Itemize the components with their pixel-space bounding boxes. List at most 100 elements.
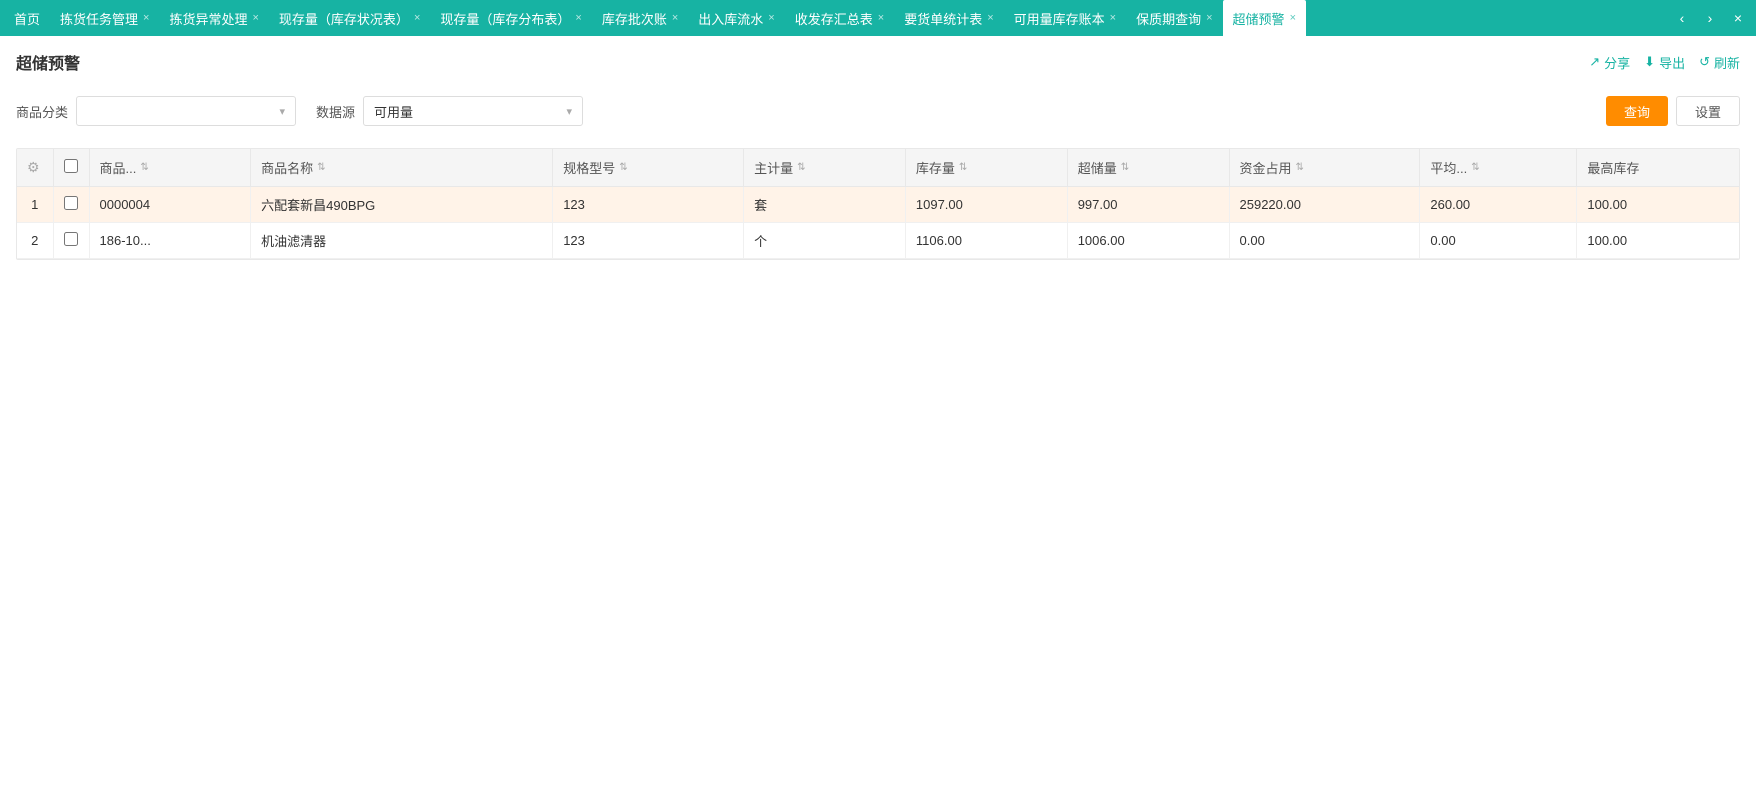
nav-item-overstock[interactable]: 超储预警 × xyxy=(1223,0,1306,36)
nav-close-quality[interactable]: × xyxy=(1206,12,1212,24)
nav-item-inout-flow[interactable]: 出入库流水 × xyxy=(688,0,784,36)
cell-spec: 123 xyxy=(553,223,744,259)
row-checkbox-0[interactable] xyxy=(64,196,78,210)
nav-item-inventory-status[interactable]: 现存量（库存状况表） × xyxy=(269,0,430,36)
nav-item-order-stat[interactable]: 要货单统计表 × xyxy=(894,0,1003,36)
cell-product-code: 0000004 xyxy=(89,187,251,223)
nav-close-batch[interactable]: × xyxy=(672,12,678,24)
nav-item-label-overstock: 超储预警 xyxy=(1233,9,1285,28)
th-spec[interactable]: 规格型号 ⇅ xyxy=(553,149,744,187)
th-spec-label: 规格型号 xyxy=(563,158,615,177)
nav-prev-arrow[interactable]: ‹ xyxy=(1668,0,1696,36)
nav-item-label-inout-flow: 出入库流水 xyxy=(698,9,763,28)
nav-item-usable-account[interactable]: 可用量库存账本× xyxy=(1004,0,1126,36)
nav-item-label-task-mgmt: 拣货任务管理 xyxy=(60,9,138,28)
th-product-code[interactable]: 商品... ⇅ xyxy=(89,149,251,187)
datasource-dropdown-icon: ▾ xyxy=(567,105,573,118)
nav-close-order-stat[interactable]: × xyxy=(987,12,993,24)
sort-spec-icon: ⇅ xyxy=(619,162,627,173)
export-label: 导出 xyxy=(1659,53,1685,72)
nav-item-inventory-dist[interactable]: 现存量（库存分布表） × xyxy=(430,0,591,36)
cell-avg: 260.00 xyxy=(1420,187,1577,223)
th-product-name-label: 商品名称 xyxy=(261,158,313,177)
nav-item-label-order-stat: 要货单统计表 xyxy=(904,9,982,28)
nav-close-task-mgmt[interactable]: × xyxy=(143,12,149,24)
th-checkbox xyxy=(53,149,89,187)
page-header: 超储预警 ↗ 分享 ⬇ 导出 ↺ 刷新 xyxy=(16,50,1740,74)
category-dropdown-icon: ▾ xyxy=(279,105,285,118)
th-unit[interactable]: 主计量 ⇅ xyxy=(744,149,906,187)
table-row: 10000004六配套新昌490BPG123套1097.00997.002592… xyxy=(17,187,1739,223)
nav-item-label-batch: 库存批次账 xyxy=(602,9,667,28)
th-capital[interactable]: 资金占用 ⇅ xyxy=(1229,149,1420,187)
settings-button[interactable]: 设置 xyxy=(1676,96,1740,126)
data-table: ⚙ 商品... ⇅ 商品名称 ⇅ xyxy=(17,149,1739,259)
nav-more-arrow[interactable]: × xyxy=(1724,0,1752,36)
table-body: 10000004六配套新昌490BPG123套1097.00997.002592… xyxy=(17,187,1739,259)
category-filter-group: 商品分类 ▾ xyxy=(16,96,296,126)
share-icon: ↗ xyxy=(1589,54,1600,70)
share-action[interactable]: ↗ 分享 xyxy=(1589,53,1630,72)
th-max-inventory-label: 最高库存 xyxy=(1587,158,1639,177)
nav-item-label-inventory-dist: 现存量（库存分布表） xyxy=(440,9,570,28)
nav-item-label-inventory-status: 现存量（库存状况表） xyxy=(279,9,409,28)
nav-item-label-collect: 收发存汇总表 xyxy=(795,9,873,28)
nav-item-label-home: 首页 xyxy=(14,9,40,28)
nav-close-collect[interactable]: × xyxy=(878,12,884,24)
filter-bar: 商品分类 ▾ 数据源 可用量 ▾ 查询 设置 xyxy=(16,88,1740,134)
row-index: 2 xyxy=(17,223,53,259)
row-checkbox[interactable] xyxy=(53,187,89,223)
cell-product-code: 186-10... xyxy=(89,223,251,259)
select-all-checkbox[interactable] xyxy=(64,159,78,173)
nav-item-batch[interactable]: 库存批次账 × xyxy=(592,0,688,36)
page-content: 超储预警 ↗ 分享 ⬇ 导出 ↺ 刷新 商品分类 ▾ 数据源 xyxy=(0,36,1756,274)
cell-unit: 个 xyxy=(744,223,906,259)
sort-overstock-icon: ⇅ xyxy=(1121,162,1129,173)
cell-spec: 123 xyxy=(553,187,744,223)
nav-close-overstock[interactable]: × xyxy=(1290,12,1296,24)
nav-item-exception[interactable]: 拣货异常处理 × xyxy=(159,0,268,36)
cell-max-inventory: 100.00 xyxy=(1577,223,1739,259)
sort-inventory-icon: ⇅ xyxy=(959,162,967,173)
table-gear-icon[interactable]: ⚙ xyxy=(27,159,40,175)
row-checkbox-1[interactable] xyxy=(64,232,78,246)
nav-close-inout-flow[interactable]: × xyxy=(768,12,774,24)
row-index: 1 xyxy=(17,187,53,223)
nav-item-label-quality: 保质期查询 xyxy=(1136,9,1201,28)
nav-item-home[interactable]: 首页 xyxy=(4,0,50,36)
cell-inventory: 1106.00 xyxy=(905,223,1067,259)
cell-product-name: 六配套新昌490BPG xyxy=(251,187,553,223)
row-checkbox[interactable] xyxy=(53,223,89,259)
th-overstock-label: 超储量 xyxy=(1078,158,1117,177)
datasource-select[interactable]: 可用量 ▾ xyxy=(363,96,583,126)
nav-item-quality[interactable]: 保质期查询 × xyxy=(1126,0,1222,36)
nav-item-task-mgmt[interactable]: 拣货任务管理 × xyxy=(50,0,159,36)
filter-actions: 查询 设置 xyxy=(1606,96,1740,126)
query-button[interactable]: 查询 xyxy=(1606,96,1668,126)
cell-capital: 0.00 xyxy=(1229,223,1420,259)
th-unit-label: 主计量 xyxy=(754,158,793,177)
export-action[interactable]: ⬇ 导出 xyxy=(1644,53,1685,72)
cell-avg: 0.00 xyxy=(1420,223,1577,259)
nav-close-inventory-dist[interactable]: × xyxy=(575,12,581,24)
nav-close-exception[interactable]: × xyxy=(252,12,258,24)
cell-overstock: 997.00 xyxy=(1067,187,1229,223)
cell-inventory: 1097.00 xyxy=(905,187,1067,223)
nav-item-collect[interactable]: 收发存汇总表 × xyxy=(785,0,894,36)
category-select[interactable]: ▾ xyxy=(76,96,296,126)
th-max-inventory[interactable]: 最高库存 xyxy=(1577,149,1739,187)
sort-avg-icon: ⇅ xyxy=(1471,162,1479,173)
cell-max-inventory: 100.00 xyxy=(1577,187,1739,223)
nav-close-inventory-status[interactable]: × xyxy=(414,12,420,24)
page-title: 超储预警 xyxy=(16,50,80,74)
sort-product-name-icon: ⇅ xyxy=(317,162,325,173)
th-overstock[interactable]: 超储量 ⇅ xyxy=(1067,149,1229,187)
nav-close-usable-account[interactable]: × xyxy=(1110,12,1116,24)
th-inventory[interactable]: 库存量 ⇅ xyxy=(905,149,1067,187)
th-avg[interactable]: 平均... ⇅ xyxy=(1420,149,1577,187)
th-gear: ⚙ xyxy=(17,149,53,187)
nav-next-arrow[interactable]: › xyxy=(1696,0,1724,36)
refresh-action[interactable]: ↺ 刷新 xyxy=(1699,53,1740,72)
th-product-name[interactable]: 商品名称 ⇅ xyxy=(251,149,553,187)
nav-item-label-exception: 拣货异常处理 xyxy=(169,9,247,28)
